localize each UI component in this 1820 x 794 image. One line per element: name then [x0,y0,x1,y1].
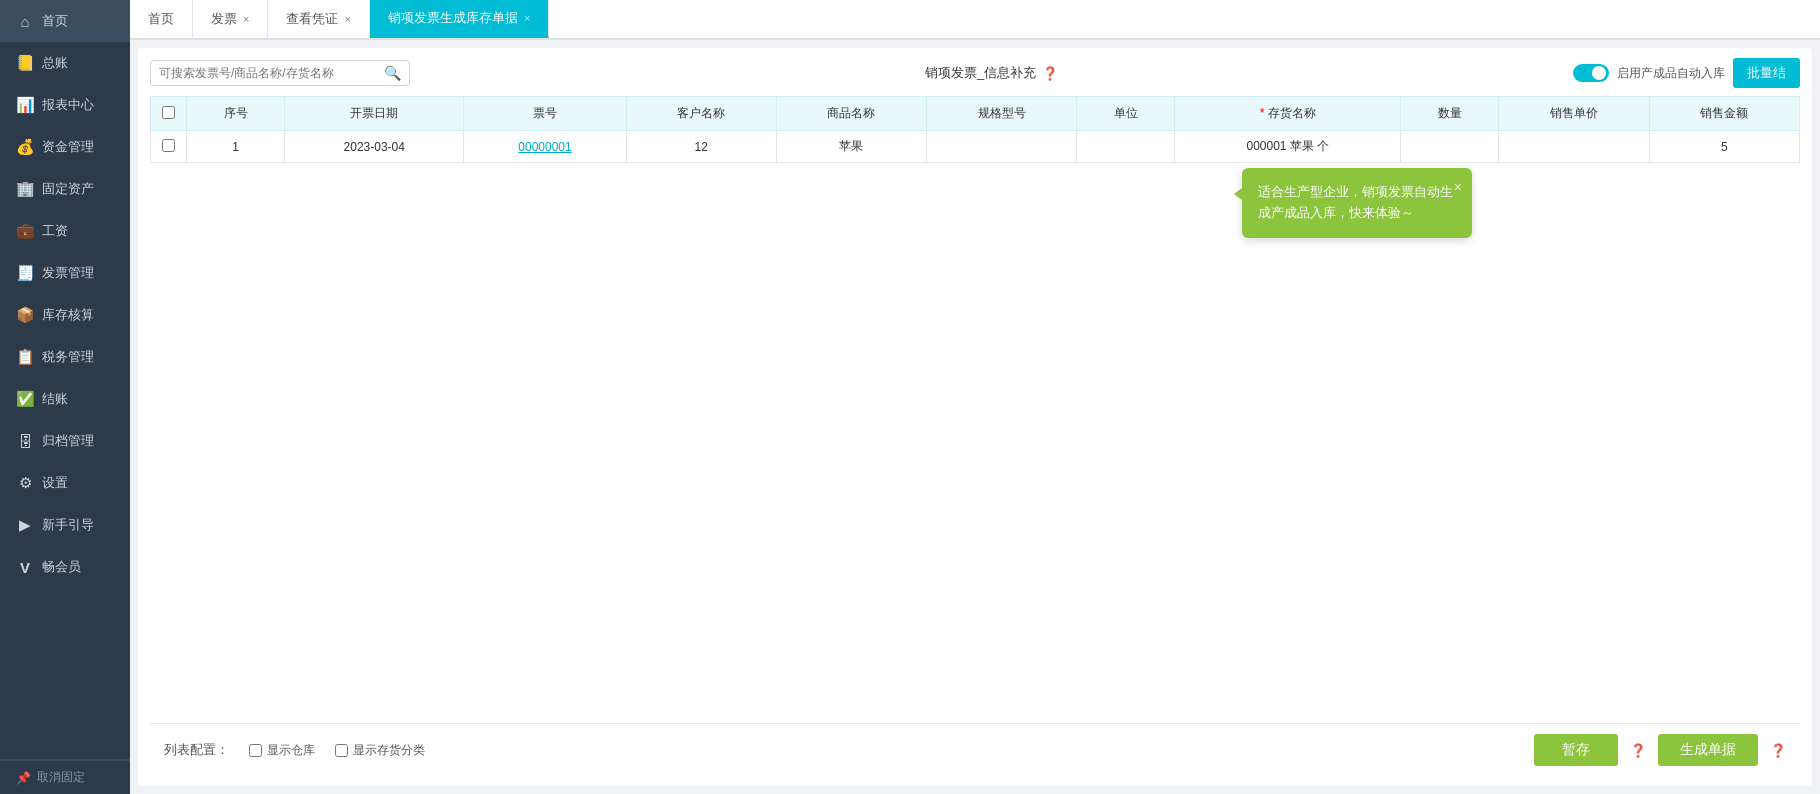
search-input[interactable] [159,66,378,80]
toggle-label: 启用产成品自动入库 [1617,65,1725,82]
unpin-button[interactable]: 📌 取消固定 [0,760,130,794]
col-header-amount: 销售金额 [1649,97,1799,131]
col-header-spec: 规格型号 [927,97,1077,131]
table-wrapper: 序号 开票日期 票号 客户名称 商品名称 规格型号 单位 存货名称 数量 销售单… [150,96,1800,723]
tooltip-box: × 适合生产型企业，销项发票自动生成产成品入库，快来体验～ [1242,168,1472,238]
col-header-qty: 数量 [1401,97,1499,131]
guide-icon: ▶ [16,516,34,534]
config-label: 列表配置： [164,741,229,759]
sidebar-item-home[interactable]: ⌂ 首页 [0,0,130,42]
batch-button[interactable]: 批量结 [1733,58,1800,88]
col-header-customer: 客户名称 [626,97,776,131]
sidebar-item-tax[interactable]: 📋 税务管理 [0,336,130,378]
row-date: 2023-03-04 [285,131,464,163]
invoice-mgmt-icon: 🧾 [16,264,34,282]
sidebar-item-invoice-mgmt[interactable]: 🧾 发票管理 [0,252,130,294]
show-warehouse-label: 显示仓库 [267,742,315,759]
close-stock-tab[interactable]: × [524,12,530,24]
settlement-icon: ✅ [16,390,34,408]
bottom-actions: 暂存 ❓ 生成单据 ❓ [1534,734,1786,766]
center-label: 销项发票_信息补充 [925,64,1036,82]
tab-bar: 首页 发票 × 查看凭证 × 销项发票生成库存单据 × [130,0,1820,40]
show-warehouse-item[interactable]: 显示仓库 [249,742,315,759]
pin-icon: 📌 [16,771,31,785]
close-invoice-tab[interactable]: × [243,13,249,25]
tab-voucher[interactable]: 查看凭证 × [268,0,369,38]
unpin-label: 取消固定 [37,769,85,786]
toolbar-center: 销项发票_信息补充 ❓ [420,64,1563,82]
col-header-unit: 单位 [1077,97,1175,131]
sidebar-item-ledger[interactable]: 📒 总账 [0,42,130,84]
col-header-checkbox [151,97,187,131]
sidebar-item-reports[interactable]: 📊 报表中心 [0,84,130,126]
row-checkbox[interactable] [162,139,175,152]
search-icon: 🔍 [384,65,401,81]
row-checkbox-cell [151,131,187,163]
show-category-item[interactable]: 显示存货分类 [335,742,425,759]
sidebar-item-salary[interactable]: 💼 工资 [0,210,130,252]
sidebar-item-funds[interactable]: 💰 资金管理 [0,126,130,168]
row-number: 00000001 [464,131,626,163]
sidebar-item-archive[interactable]: 🗄 归档管理 [0,420,130,462]
tooltip-close-button[interactable]: × [1454,176,1462,198]
generate-button[interactable]: 生成单据 [1658,734,1758,766]
fixed-assets-icon: 🏢 [16,180,34,198]
sidebar-item-fixed-assets[interactable]: 🏢 固定资产 [0,168,130,210]
row-qty [1401,131,1499,163]
tooltip-text: 适合生产型企业，销项发票自动生成产成品入库，快来体验～ [1258,184,1453,220]
save-info-icon[interactable]: ❓ [1630,743,1646,758]
tax-icon: 📋 [16,348,34,366]
show-warehouse-checkbox[interactable] [249,744,262,757]
row-amount: 5 [1649,131,1799,163]
row-product: 苹果 [776,131,926,163]
show-category-checkbox[interactable] [335,744,348,757]
reports-icon: 📊 [16,96,34,114]
close-voucher-tab[interactable]: × [344,13,350,25]
archive-icon: 🗄 [16,433,34,450]
vip-icon: V [16,559,34,576]
home-icon: ⌂ [16,13,34,30]
col-header-unit-price: 销售单价 [1499,97,1649,131]
search-box[interactable]: 🔍 [150,60,410,86]
data-table: 序号 开票日期 票号 客户名称 商品名称 规格型号 单位 存货名称 数量 销售单… [150,96,1800,163]
funds-icon: 💰 [16,138,34,156]
toolbar: 🔍 销项发票_信息补充 ❓ 启用产成品自动入库 批量结 [150,58,1800,88]
table-row: 1 2023-03-04 00000001 12 苹果 000001 苹果 个 … [151,131,1800,163]
col-header-stock: 存货名称 [1175,97,1401,131]
col-header-date: 开票日期 [285,97,464,131]
save-button[interactable]: 暂存 [1534,734,1618,766]
row-unit-price [1499,131,1649,163]
sidebar-item-settlement[interactable]: ✅ 结账 [0,378,130,420]
show-category-label: 显示存货分类 [353,742,425,759]
inventory-icon: 📦 [16,306,34,324]
tab-invoice[interactable]: 发票 × [193,0,268,38]
center-info-icon[interactable]: ❓ [1042,66,1058,81]
bottom-bar: 列表配置： 显示仓库 显示存货分类 暂存 ❓ 生成单据 ❓ [150,723,1800,776]
ledger-icon: 📒 [16,54,34,72]
col-header-product: 商品名称 [776,97,926,131]
page-content: 🔍 销项发票_信息补充 ❓ 启用产成品自动入库 批量结 [138,48,1812,786]
tab-home[interactable]: 首页 [130,0,193,38]
sidebar-item-inventory[interactable]: 📦 库存核算 [0,294,130,336]
select-all-checkbox[interactable] [162,106,175,119]
row-customer: 12 [626,131,776,163]
salary-icon: 💼 [16,222,34,240]
row-unit [1077,131,1175,163]
row-seq: 1 [187,131,285,163]
auto-stock-toggle[interactable] [1573,64,1609,82]
invoice-number-link[interactable]: 00000001 [518,140,571,154]
col-header-seq: 序号 [187,97,285,131]
col-header-number: 票号 [464,97,626,131]
sidebar: ⌂ 首页 📒 总账 📊 报表中心 💰 资金管理 🏢 固定资产 💼 工资 🧾 发票… [0,0,130,794]
tab-stock-sheet[interactable]: 销项发票生成库存单据 × [370,0,549,38]
toolbar-right: 启用产成品自动入库 批量结 [1573,58,1800,88]
row-spec [927,131,1077,163]
main-area: 首页 发票 × 查看凭证 × 销项发票生成库存单据 × 🔍 销项发票_信息补充 … [130,0,1820,794]
sidebar-item-guide[interactable]: ▶ 新手引导 [0,504,130,546]
settings-icon: ⚙ [16,474,34,492]
row-stock: 000001 苹果 个 [1175,131,1401,163]
sidebar-item-vip[interactable]: V 畅会员 [0,546,130,588]
sidebar-item-settings[interactable]: ⚙ 设置 [0,462,130,504]
generate-info-icon[interactable]: ❓ [1770,743,1786,758]
